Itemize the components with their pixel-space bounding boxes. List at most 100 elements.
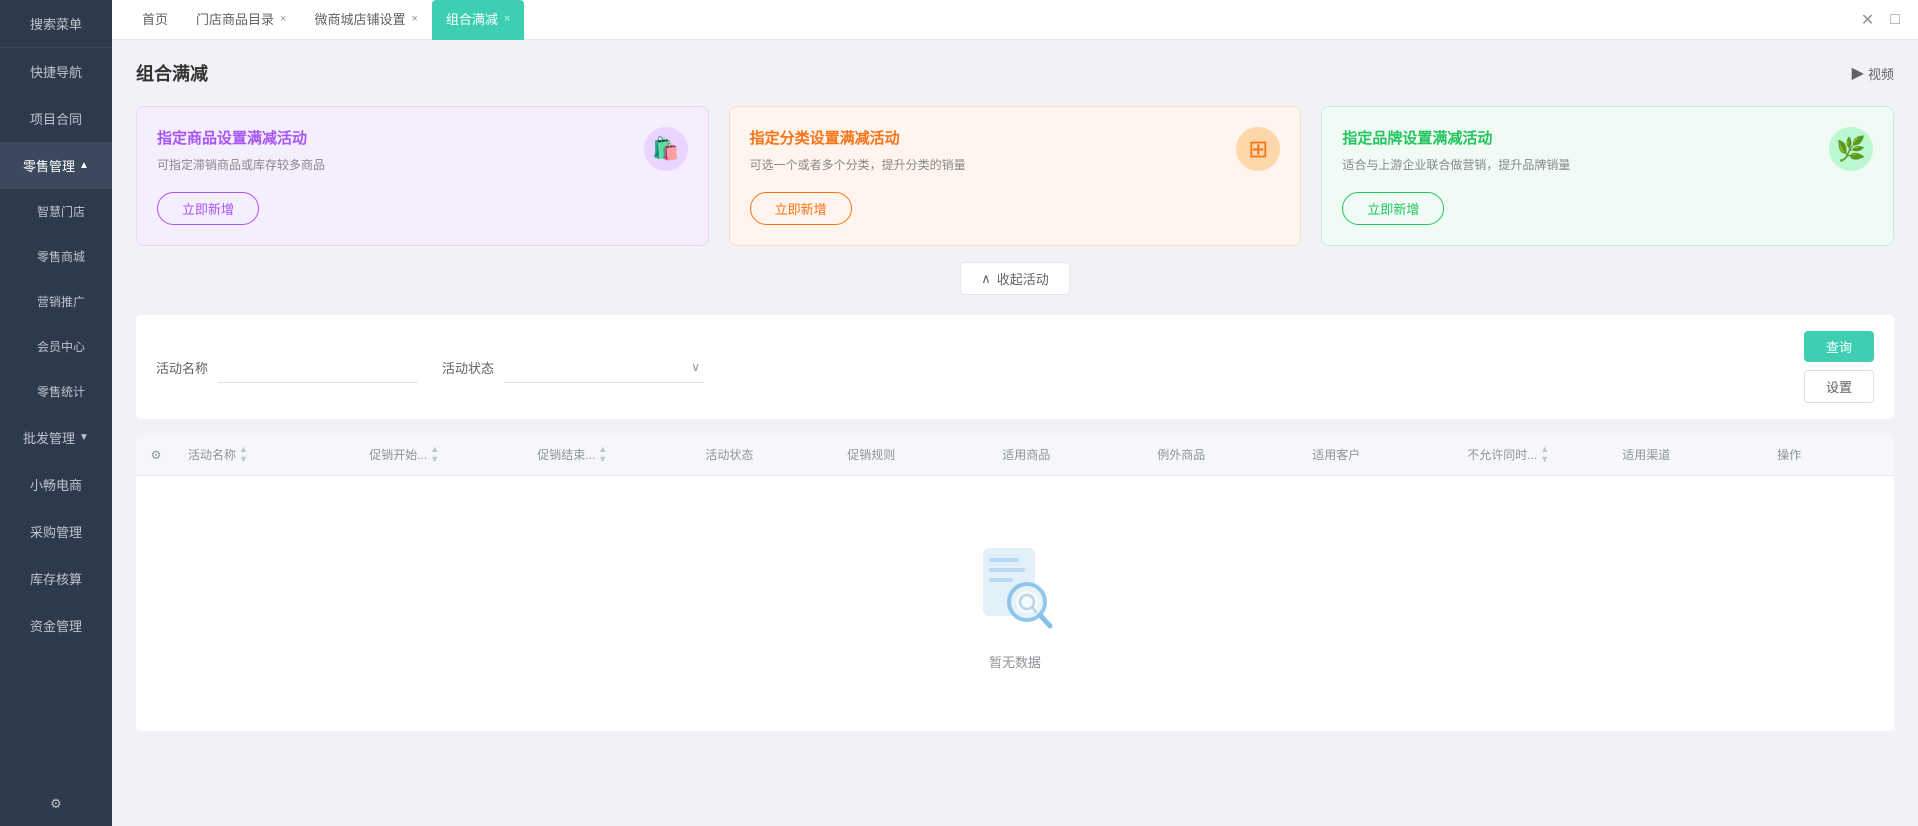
card-brand: 🌿 指定品牌设置满减活动 适合与上游企业联合做营销，提升品牌销量 立即新增 bbox=[1321, 106, 1894, 246]
sidebar: 搜索菜单 快捷导航 项目合同 零售管理 ▲ 智慧门店 零售商城 营销推广 会员中… bbox=[0, 0, 112, 826]
setting-button[interactable]: 设置 bbox=[1804, 370, 1874, 403]
tab-mini-store-settings[interactable]: 微商城店铺设置 × bbox=[300, 0, 431, 40]
play-circle-icon: ▶ bbox=[1852, 63, 1864, 83]
tab-combo-discount-close[interactable]: × bbox=[504, 13, 510, 25]
search-bar: 活动名称 活动状态 ∨ 查询 设置 bbox=[136, 315, 1894, 419]
sort-arrows-end: ▲▼ bbox=[598, 445, 607, 465]
tab-store-catalog[interactable]: 门店商品目录 × bbox=[182, 0, 300, 40]
collapse-btn[interactable]: ∧ 收起活动 bbox=[960, 262, 1070, 295]
th-customer: 适用客户 bbox=[1300, 446, 1455, 463]
main-area: 首页 门店商品目录 × 微商城店铺设置 × 组合满减 × ✕ □ 组合满减 ▶ … bbox=[112, 0, 1918, 826]
th-channel-label: 适用渠道 bbox=[1622, 448, 1670, 462]
sidebar-item-retail-mall[interactable]: 零售商城 bbox=[0, 234, 112, 279]
sidebar-item-project-contract[interactable]: 项目合同 bbox=[0, 95, 112, 142]
collapse-label: 收起活动 bbox=[997, 269, 1049, 288]
main-content: 组合满减 ▶ 视频 🛍️ 指定商品设置满减活动 可指定滞销商品或库存较多商品 立… bbox=[112, 40, 1918, 826]
sort-arrows-start: ▲▼ bbox=[430, 445, 439, 465]
card-brand-title: 指定品牌设置满减活动 bbox=[1342, 127, 1873, 148]
page-header: 组合满减 ▶ 视频 bbox=[136, 60, 1894, 86]
window-resize-btn[interactable]: □ bbox=[1888, 9, 1902, 31]
data-table: ⚙ 活动名称 ▲▼ 促销开始... ▲▼ 促销结束... ▲▼ 活动状态 bbox=[136, 435, 1894, 731]
sidebar-settings[interactable]: ⚙ bbox=[0, 782, 112, 826]
tab-home-label: 首页 bbox=[142, 9, 168, 28]
th-status: 活动状态 bbox=[693, 446, 835, 463]
tabs-right-controls: ✕ □ bbox=[1859, 8, 1902, 32]
wholesale-mgmt-label: 批发管理 bbox=[23, 428, 75, 447]
search-name-label: 活动名称 bbox=[156, 358, 208, 377]
card-goods: 🛍️ 指定商品设置满减活动 可指定滞销商品或库存较多商品 立即新增 bbox=[136, 106, 709, 246]
sort-arrows-notallow: ▲▼ bbox=[1540, 445, 1549, 465]
search-status-label: 活动状态 bbox=[442, 358, 494, 377]
search-status-select[interactable] bbox=[504, 351, 704, 383]
sidebar-search[interactable]: 搜索菜单 bbox=[0, 0, 112, 48]
card-category: ⊞ 指定分类设置满减活动 可选一个或者多个分类，提升分类的销量 立即新增 bbox=[729, 106, 1302, 246]
empty-state: 暂无数据 bbox=[136, 476, 1894, 731]
tab-store-catalog-label: 门店商品目录 bbox=[196, 9, 274, 28]
th-name-label: 活动名称 bbox=[188, 446, 236, 463]
card-goods-btn[interactable]: 立即新增 bbox=[157, 192, 259, 225]
promo-cards-row: 🛍️ 指定商品设置满减活动 可指定滞销商品或库存较多商品 立即新增 ⊞ 指定分类… bbox=[136, 106, 1894, 246]
card-goods-title: 指定商品设置满减活动 bbox=[157, 127, 688, 148]
sidebar-item-capital-mgmt[interactable]: 资金管理 bbox=[0, 602, 112, 649]
search-name-input[interactable] bbox=[218, 351, 418, 383]
th-promo-end[interactable]: 促销结束... ▲▼ bbox=[525, 445, 693, 465]
video-label: 视频 bbox=[1868, 64, 1894, 83]
th-end-label: 促销结束... bbox=[537, 446, 595, 463]
retail-mgmt-label: 零售管理 bbox=[23, 156, 75, 175]
card-brand-btn[interactable]: 立即新增 bbox=[1342, 192, 1444, 225]
card-brand-icon: 🌿 bbox=[1829, 127, 1873, 171]
th-promo-start[interactable]: 促销开始... ▲▼ bbox=[357, 445, 525, 465]
sidebar-item-xiaochang-ecom[interactable]: 小畅电商 bbox=[0, 461, 112, 508]
empty-illustration bbox=[965, 536, 1065, 636]
card-category-title: 指定分类设置满减活动 bbox=[750, 127, 1281, 148]
th-customer-label: 适用客户 bbox=[1312, 448, 1360, 462]
th-notallow-label: 不允许同时... bbox=[1467, 446, 1537, 463]
th-not-allow[interactable]: 不允许同时... ▲▼ bbox=[1455, 445, 1610, 465]
th-channel: 适用渠道 bbox=[1610, 446, 1765, 463]
collapse-bar: ∧ 收起活动 bbox=[136, 262, 1894, 295]
sidebar-item-smart-store[interactable]: 智慧门店 bbox=[0, 189, 112, 234]
sidebar-item-member-center[interactable]: 会员中心 bbox=[0, 324, 112, 369]
window-close-btn[interactable]: ✕ bbox=[1859, 8, 1876, 32]
sidebar-item-inventory-calc[interactable]: 库存核算 bbox=[0, 555, 112, 602]
th-name[interactable]: 活动名称 ▲▼ bbox=[176, 445, 357, 465]
th-action-label: 操作 bbox=[1777, 448, 1801, 462]
tab-store-catalog-close[interactable]: × bbox=[280, 13, 286, 25]
query-button[interactable]: 查询 bbox=[1804, 331, 1874, 362]
settings-icon: ⚙ bbox=[151, 448, 162, 462]
sidebar-item-wholesale-mgmt[interactable]: 批发管理 ▼ bbox=[0, 414, 112, 461]
th-goods-label: 适用商品 bbox=[1002, 448, 1050, 462]
empty-text: 暂无数据 bbox=[989, 652, 1041, 671]
retail-mgmt-arrow: ▲ bbox=[79, 160, 89, 171]
collapse-icon: ∧ bbox=[981, 271, 991, 287]
tab-home[interactable]: 首页 bbox=[128, 0, 182, 40]
tab-mini-store-label: 微商城店铺设置 bbox=[314, 9, 405, 28]
search-status-select-wrapper: ∨ bbox=[504, 351, 704, 383]
page-title: 组合满减 bbox=[136, 60, 208, 86]
th-action: 操作 bbox=[1765, 446, 1894, 463]
video-link[interactable]: ▶ 视频 bbox=[1852, 63, 1894, 83]
sidebar-item-retail-stats[interactable]: 零售统计 bbox=[0, 369, 112, 414]
sidebar-item-purchase-mgmt[interactable]: 采购管理 bbox=[0, 508, 112, 555]
search-actions: 查询 设置 bbox=[1804, 331, 1874, 403]
sidebar-item-quick-nav[interactable]: 快捷导航 bbox=[0, 48, 112, 95]
card-brand-desc: 适合与上游企业联合做营销，提升品牌销量 bbox=[1342, 156, 1873, 178]
table-header: ⚙ 活动名称 ▲▼ 促销开始... ▲▼ 促销结束... ▲▼ 活动状态 bbox=[136, 435, 1894, 476]
th-except-goods: 例外商品 bbox=[1145, 446, 1300, 463]
tab-combo-discount-label: 组合满减 bbox=[446, 9, 498, 28]
th-goods: 适用商品 bbox=[990, 446, 1145, 463]
tab-mini-store-close[interactable]: × bbox=[411, 13, 417, 25]
th-except-label: 例外商品 bbox=[1157, 448, 1205, 462]
th-start-label: 促销开始... bbox=[369, 446, 427, 463]
th-status-label: 活动状态 bbox=[705, 448, 753, 462]
th-rule: 促销规则 bbox=[835, 446, 990, 463]
sidebar-item-retail-mgmt[interactable]: 零售管理 ▲ bbox=[0, 142, 112, 189]
card-goods-icon: 🛍️ bbox=[644, 127, 688, 171]
card-category-btn[interactable]: 立即新增 bbox=[750, 192, 852, 225]
sidebar-item-marketing[interactable]: 营销推广 bbox=[0, 279, 112, 324]
search-status-field: 活动状态 ∨ bbox=[442, 351, 704, 383]
th-settings[interactable]: ⚙ bbox=[136, 448, 176, 462]
tab-combo-discount[interactable]: 组合满减 × bbox=[432, 0, 524, 40]
card-goods-desc: 可指定滞销商品或库存较多商品 bbox=[157, 156, 688, 178]
tabs-bar: 首页 门店商品目录 × 微商城店铺设置 × 组合满减 × ✕ □ bbox=[112, 0, 1918, 40]
